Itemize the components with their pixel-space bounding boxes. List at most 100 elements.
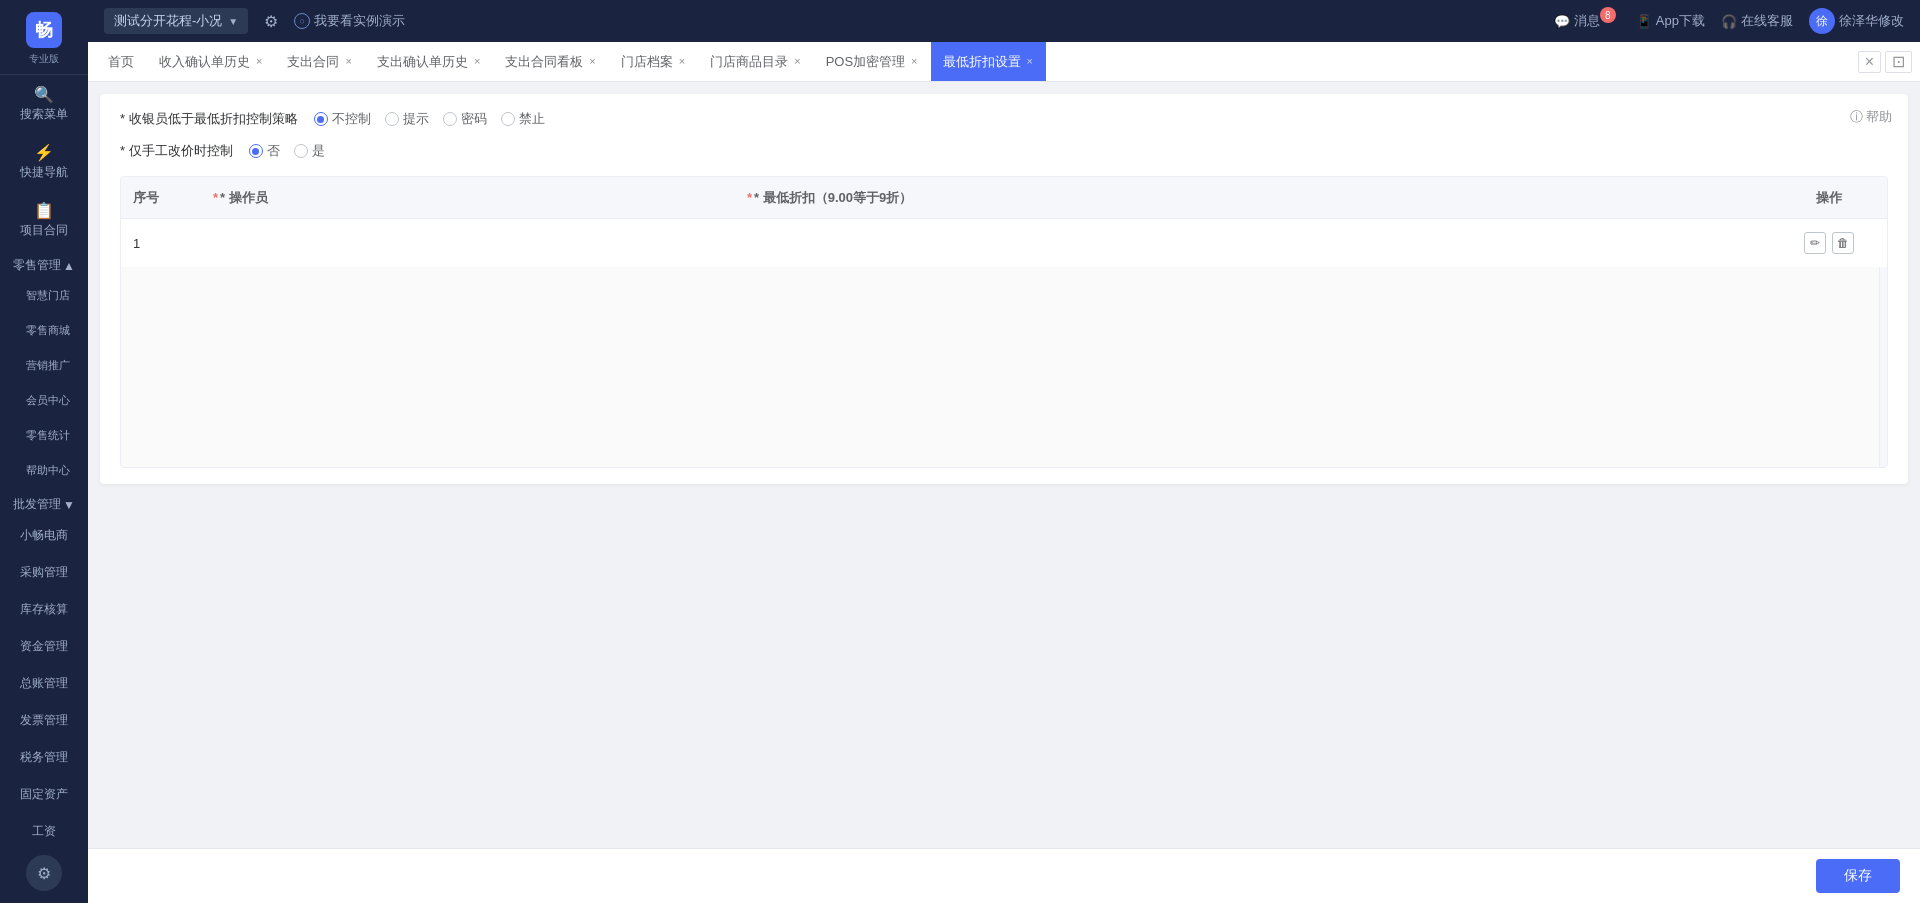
delete-row-button[interactable]: 🗑 — [1832, 232, 1854, 254]
radio-password[interactable]: 密码 — [443, 110, 487, 128]
edit-row-button[interactable]: ✏ — [1804, 232, 1826, 254]
sidebar-item-project-contract[interactable]: 📋 项目合同 — [0, 191, 88, 249]
td-seq: 1 — [121, 236, 201, 251]
logo-text: 专业版 — [29, 52, 59, 66]
save-button[interactable]: 保存 — [1816, 859, 1900, 893]
sidebar-item-inventory[interactable]: 库存核算 — [0, 591, 88, 628]
user-profile-button[interactable]: 徐 徐泽华修改 — [1809, 8, 1904, 34]
sidebar-item-quick-nav[interactable]: ⚡ 快捷导航 — [0, 133, 88, 191]
sidebar-item-retail-mgmt[interactable]: 零售管理 ▲ — [0, 249, 88, 278]
online-support-button[interactable]: 🎧 在线客服 — [1721, 12, 1793, 30]
tab-label: 最低折扣设置 — [943, 53, 1021, 71]
sidebar-logo: 畅 专业版 — [0, 0, 88, 75]
table-scrollbar[interactable] — [1879, 267, 1887, 467]
sidebar-item-ecommerce[interactable]: 小畅电商 — [0, 517, 88, 554]
sidebar-item-fixed-assets[interactable]: 固定资产 — [0, 776, 88, 813]
demo-label: 我要看实例演示 — [314, 12, 405, 30]
expand-tab-button[interactable]: ⊡ — [1885, 51, 1912, 73]
messages-button[interactable]: 💬 消息 8 — [1554, 12, 1620, 30]
sidebar-item-help-center[interactable]: 帮助中心 — [0, 453, 88, 488]
project-contract-icon: 📋 — [34, 201, 54, 220]
app-download-label: App下载 — [1656, 12, 1705, 30]
project-chevron-icon: ▼ — [228, 16, 238, 27]
sidebar-item-salary[interactable]: 工资 — [0, 813, 88, 850]
sidebar-item-label: 采购管理 — [20, 564, 68, 581]
sidebar: 畅 专业版 🔍 搜索菜单 ⚡ 快捷导航 📋 项目合同 零售管理 ▲ 智慧门店 零… — [0, 0, 88, 903]
radio-circle-no-control — [314, 112, 328, 126]
tab-payment-confirm-history[interactable]: 支出确认单历史 × — [365, 42, 493, 82]
close-icon[interactable]: × — [256, 56, 262, 67]
radio-no-control[interactable]: 不控制 — [314, 110, 371, 128]
close-tab-button[interactable]: × — [1858, 51, 1881, 73]
sidebar-item-retail-stats[interactable]: 零售统计 — [0, 418, 88, 453]
radio-no[interactable]: 否 — [249, 142, 280, 160]
sidebar-item-search-menu[interactable]: 🔍 搜索菜单 — [0, 75, 88, 133]
sidebar-item-smart-store[interactable]: 智慧门店 — [0, 278, 88, 313]
sidebar-item-label: 小畅电商 — [20, 527, 68, 544]
close-icon[interactable]: × — [589, 56, 595, 67]
th-action: 操作 — [1779, 189, 1879, 207]
project-selector[interactable]: 测试分开花程-小况 ▼ — [104, 8, 248, 34]
settings-card: ⓘ 帮助 * 收银员低于最低折扣控制策略 不控制 提示 — [100, 94, 1908, 484]
sidebar-item-label: 库存核算 — [20, 601, 68, 618]
tab-pos-password-mgmt[interactable]: POS加密管理 × — [814, 42, 931, 82]
messages-badge: 8 — [1600, 7, 1616, 23]
tab-home[interactable]: 首页 — [96, 42, 147, 82]
close-icon[interactable]: × — [794, 56, 800, 67]
topbar-settings-button[interactable]: ⚙ — [260, 8, 282, 35]
sidebar-item-marketing[interactable]: 营销推广 — [0, 348, 88, 383]
sidebar-item-accounting[interactable]: 总账管理 — [0, 665, 88, 702]
radio-forbid[interactable]: 禁止 — [501, 110, 545, 128]
app-download-button[interactable]: 📱 App下载 — [1636, 12, 1705, 30]
radio-remind[interactable]: 提示 — [385, 110, 429, 128]
tab-payment-contract-board[interactable]: 支出合同看板 × — [493, 42, 608, 82]
radio-label-remind: 提示 — [403, 110, 429, 128]
tab-store-product-catalog[interactable]: 门店商品目录 × — [698, 42, 813, 82]
radio-label-yes: 是 — [312, 142, 325, 160]
close-icon[interactable]: × — [345, 56, 351, 67]
demo-link[interactable]: ○ 我要看实例演示 — [294, 12, 405, 30]
sidebar-item-retail-mall[interactable]: 零售商城 — [0, 313, 88, 348]
tab-label: 收入确认单历史 — [159, 53, 250, 71]
sidebar-item-wholesale-mgmt[interactable]: 批发管理 ▼ — [0, 488, 88, 517]
tab-store-archive[interactable]: 门店档案 × — [609, 42, 698, 82]
close-icon[interactable]: × — [679, 56, 685, 67]
topbar: 测试分开花程-小况 ▼ ⚙ ○ 我要看实例演示 💬 消息 8 📱 App下载 🎧… — [88, 0, 1920, 42]
close-icon[interactable]: × — [1027, 56, 1033, 67]
close-icon[interactable]: × — [911, 56, 917, 67]
radio-yes[interactable]: 是 — [294, 142, 325, 160]
topbar-right: 💬 消息 8 📱 App下载 🎧 在线客服 徐 徐泽华修改 — [1554, 8, 1904, 34]
page-content: ⓘ 帮助 * 收银员低于最低折扣控制策略 不控制 提示 — [88, 82, 1920, 848]
th-discount: ** 最低折扣（9.00等于9折） — [735, 189, 1779, 207]
tabbar-actions: × ⊡ — [1858, 51, 1912, 73]
sidebar-item-label: 工资 — [32, 823, 56, 840]
tab-label: 支出合同 — [287, 53, 339, 71]
sidebar-item-invoice-mgmt[interactable]: 发票管理 — [0, 702, 88, 739]
radio-label-forbid: 禁止 — [519, 110, 545, 128]
close-icon[interactable]: × — [474, 56, 480, 67]
avatar: 徐 — [1809, 8, 1835, 34]
settings-gear-button[interactable]: ⚙ — [26, 855, 62, 891]
sidebar-item-purchase-mgmt[interactable]: 采购管理 — [0, 554, 88, 591]
sidebar-item-label: 发票管理 — [20, 712, 68, 729]
sidebar-item-label: 营销推广 — [26, 358, 70, 373]
manual-price-label: * 仅手工改价时控制 — [120, 142, 233, 160]
sidebar-item-label: 总账管理 — [20, 675, 68, 692]
sidebar-item-fund-mgmt[interactable]: 资金管理 — [0, 628, 88, 665]
message-icon: 💬 — [1554, 14, 1570, 29]
required-mark: * — [213, 190, 218, 205]
help-button[interactable]: ⓘ 帮助 — [1850, 108, 1892, 126]
user-name: 徐泽华修改 — [1839, 12, 1904, 30]
sidebar-item-label: 快捷导航 — [20, 164, 68, 181]
sidebar-item-label: 零售商城 — [26, 323, 70, 338]
sidebar-item-label: 零售统计 — [26, 428, 70, 443]
sidebar-item-member-center[interactable]: 会员中心 — [0, 383, 88, 418]
table-empty-space — [121, 267, 1887, 467]
tab-payment-contract[interactable]: 支出合同 × — [275, 42, 364, 82]
tab-min-discount-setting[interactable]: 最低折扣设置 × — [931, 42, 1046, 82]
search-menu-icon: 🔍 — [34, 85, 54, 104]
sidebar-item-tax-mgmt[interactable]: 税务管理 — [0, 739, 88, 776]
sidebar-item-label: 资金管理 — [20, 638, 68, 655]
td-action: ✏ 🗑 — [1779, 232, 1879, 254]
tab-income-confirm-history[interactable]: 收入确认单历史 × — [147, 42, 275, 82]
